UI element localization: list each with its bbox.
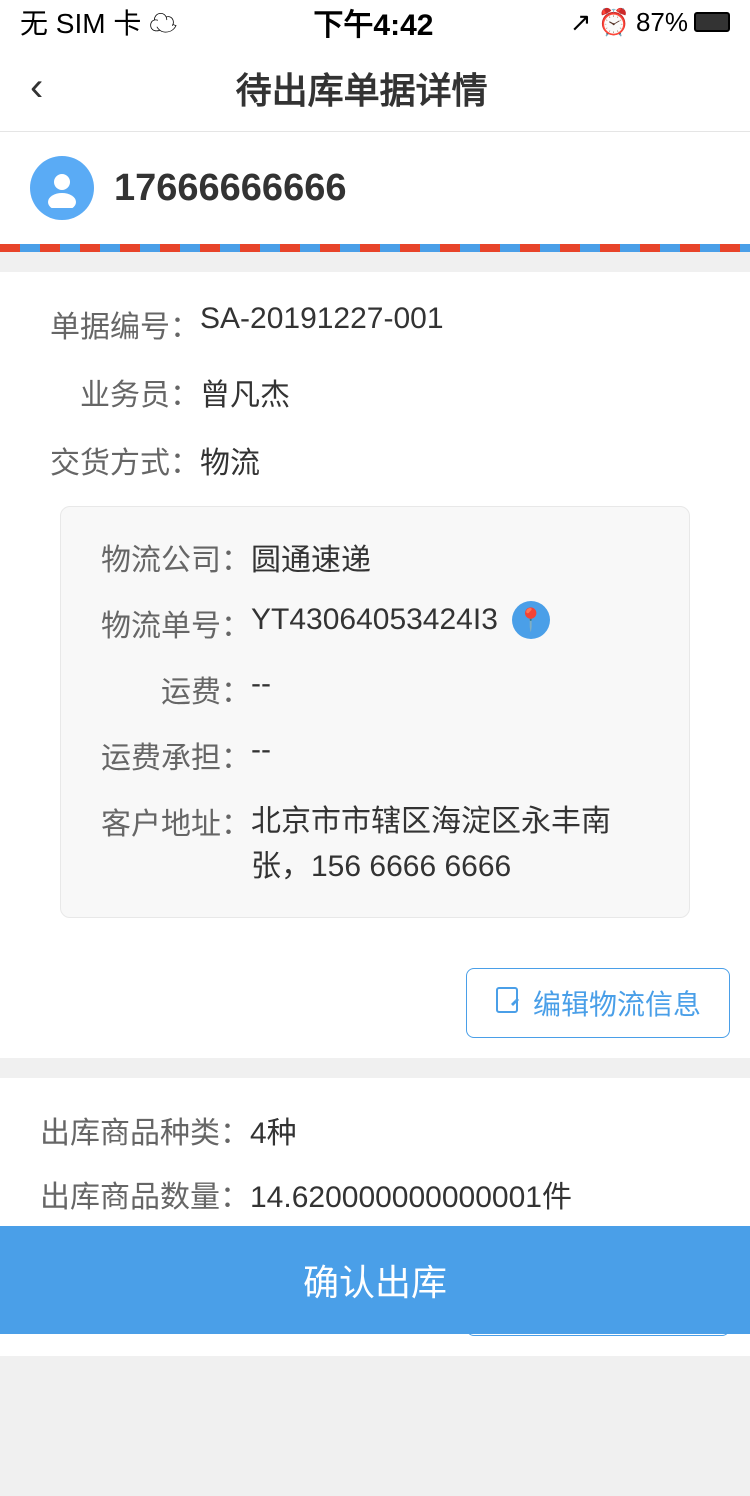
logistics-section: 物流公司： 圆通速递 物流单号： YT43064053424I3 📍 运费： -… [60,506,690,918]
goods-types-label: 出库商品种类： [40,1108,250,1152]
status-bar: 无 SIM 卡 ☁ 下午4:42 ↗ ⏰ 87% [0,0,750,44]
salesman-row: 业务员： 曾凡杰 [40,370,710,414]
tracking-number: YT43064053424I3 [251,603,498,637]
page-title: 待出库单据详情 [63,62,660,114]
freight-value: -- [251,667,659,701]
tracking-value: YT43064053424I3 📍 [251,601,659,639]
back-button[interactable]: ‹ [30,65,43,110]
location-status-icon: ↗ [570,7,592,38]
freight-label: 运费： [91,667,251,711]
freight-bearer-value: -- [251,733,659,767]
freight-row: 运费： -- [91,667,659,711]
order-no-row: 单据编号： SA-20191227-001 [40,302,710,346]
tracking-row: 物流单号： YT43064053424I3 📍 [91,601,659,645]
avatar [30,156,94,220]
edit-btn-row: 编辑物流信息 [0,948,750,1058]
sim-label: 无 SIM 卡 ☁ [20,2,177,42]
goods-section: 出库商品种类： 4种 出库商品数量： 14.620000000000001件 [0,1078,750,1246]
status-left: 无 SIM 卡 ☁ [20,2,177,42]
order-no-value: SA-20191227-001 [200,302,710,336]
delivery-label: 交货方式： [40,438,200,482]
battery-label: 87% [636,7,688,38]
logistics-company-value: 圆通速递 [251,535,659,579]
confirm-section: 确认出库 [0,1226,750,1334]
battery-icon [694,12,730,32]
bottom-pad [0,1356,750,1496]
edit-logistics-label: 编辑物流信息 [533,983,701,1023]
goods-types-row: 出库商品种类： 4种 [40,1108,710,1152]
freight-bearer-label: 运费承担： [91,733,251,777]
address-value: 北京市市辖区海淀区永丰南 张，156 6666 6666 [251,799,659,889]
order-info-section: 单据编号： SA-20191227-001 业务员： 曾凡杰 交货方式： 物流 … [0,272,750,948]
goods-quantity-label: 出库商品数量： [40,1172,250,1216]
logistics-company-label: 物流公司： [91,535,251,579]
edit-icon [495,986,523,1021]
tracking-label: 物流单号： [91,601,251,645]
salesman-value: 曾凡杰 [200,370,710,414]
salesman-label: 业务员： [40,370,200,414]
order-no-label: 单据编号： [40,302,200,346]
address-row: 客户地址： 北京市市辖区海淀区永丰南 张，156 6666 6666 [91,799,659,889]
edit-logistics-button[interactable]: 编辑物流信息 [466,968,730,1038]
delivery-row: 交货方式： 物流 [40,438,710,482]
logistics-company-row: 物流公司： 圆通速递 [91,535,659,579]
address-label: 客户地址： [91,799,251,843]
delivery-value: 物流 [200,438,710,482]
customer-phone: 17666666666 [114,167,346,210]
pin-symbol: 📍 [517,607,544,633]
goods-quantity-row: 出库商品数量： 14.620000000000001件 [40,1172,710,1216]
confirm-button[interactable]: 确认出库 [303,1262,447,1303]
goods-types-value: 4种 [250,1108,297,1152]
status-time: 下午4:42 [313,0,433,44]
nav-bar: ‹ 待出库单据详情 [0,44,750,132]
goods-quantity-value: 14.620000000000001件 [250,1172,572,1216]
status-right: ↗ ⏰ 87% [570,7,730,38]
map-pin-icon[interactable]: 📍 [512,601,550,639]
customer-section: 17666666666 [0,132,750,244]
alarm-icon: ⏰ [598,7,630,38]
dashed-divider [0,244,750,252]
section-separator [0,1058,750,1078]
freight-bearer-row: 运费承担： -- [91,733,659,777]
